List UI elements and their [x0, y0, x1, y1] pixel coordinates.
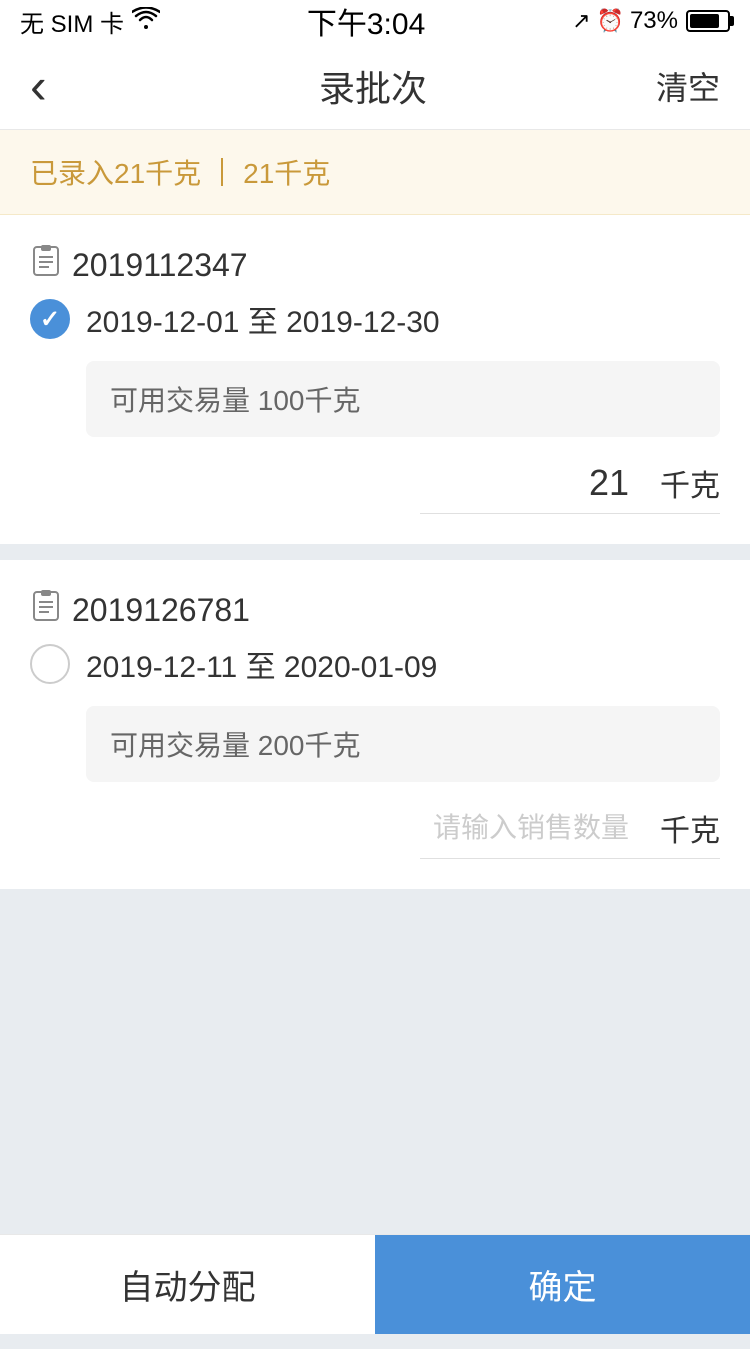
batch-1-header: 2019112347 — [30, 245, 720, 285]
batch-2-date: 2019-12-11 至 2020-01-09 — [86, 642, 437, 686]
clear-button[interactable]: 清空 — [656, 63, 720, 109]
battery-icon — [686, 10, 730, 32]
auto-distribute-button[interactable]: 自动分配 — [0, 1235, 375, 1334]
location-icon: ↗ — [572, 8, 590, 34]
batch-2-availability: 可用交易量 200千克 — [86, 706, 720, 782]
batch-2-icon — [30, 590, 62, 630]
nav-bar: ‹ 录批次 清空 — [0, 42, 750, 130]
batch-1-icon — [30, 245, 62, 285]
batch-2-quantity-row: 千克 — [0, 782, 750, 850]
no-sim-text: 无 SIM 卡 — [20, 4, 124, 39]
batch-1-availability: 可用交易量 100千克 — [86, 361, 720, 437]
status-time: 下午3:04 — [307, 0, 425, 43]
batch-1-date-row[interactable]: 2019-12-01 至 2019-12-30 — [30, 297, 720, 341]
batch-2-date-row[interactable]: 2019-12-11 至 2020-01-09 — [30, 642, 720, 686]
section-divider — [0, 544, 750, 560]
confirm-button[interactable]: 确定 — [375, 1235, 750, 1334]
status-left: 无 SIM 卡 — [20, 4, 160, 39]
page-title: 录批次 — [319, 60, 427, 112]
batch-1-section: 2019112347 2019-12-01 至 2019-12-30 可用交易量… — [0, 215, 750, 544]
batch-1-availability-text: 可用交易量 100千克 — [110, 385, 361, 416]
batch-1-item: 2019112347 2019-12-01 至 2019-12-30 可用交易量… — [0, 215, 750, 437]
batch-1-radio[interactable] — [30, 299, 70, 339]
status-bar: 无 SIM 卡 下午3:04 ↗ ⏰ 73% — [0, 0, 750, 42]
alarm-icon: ⏰ — [597, 8, 624, 34]
batch-1-id: 2019112347 — [72, 247, 248, 284]
batch-2-radio[interactable] — [30, 644, 70, 684]
status-right: ↗ ⏰ 73% — [572, 7, 730, 35]
banner-divider — [221, 158, 223, 186]
batch-2-unit: 千克 — [660, 806, 720, 850]
batch-2-item: 2019126781 2019-12-11 至 2020-01-09 可用交易量… — [0, 560, 750, 782]
recorded-amount-label: 已录入21千克 — [30, 152, 201, 192]
wifi-icon — [132, 7, 160, 36]
batch-1-quantity-row: 千克 — [0, 437, 750, 505]
info-banner: 已录入21千克 21千克 — [0, 130, 750, 215]
batch-2-section: 2019126781 2019-12-11 至 2020-01-09 可用交易量… — [0, 560, 750, 889]
batch-2-availability-text: 可用交易量 200千克 — [110, 730, 361, 761]
back-button[interactable]: ‹ — [30, 57, 90, 115]
batch-1-date: 2019-12-01 至 2019-12-30 — [86, 297, 440, 341]
batch-1-unit: 千克 — [660, 461, 720, 505]
recorded-amount-value: 21千克 — [243, 152, 330, 192]
batch-2-quantity-input[interactable] — [364, 812, 644, 844]
bottom-bar: 自动分配 确定 — [0, 1234, 750, 1334]
batch-2-header: 2019126781 — [30, 590, 720, 630]
batch-1-quantity-input[interactable] — [524, 462, 644, 504]
batch-2-id: 2019126781 — [72, 592, 250, 629]
battery-percent: 73% — [630, 7, 678, 35]
